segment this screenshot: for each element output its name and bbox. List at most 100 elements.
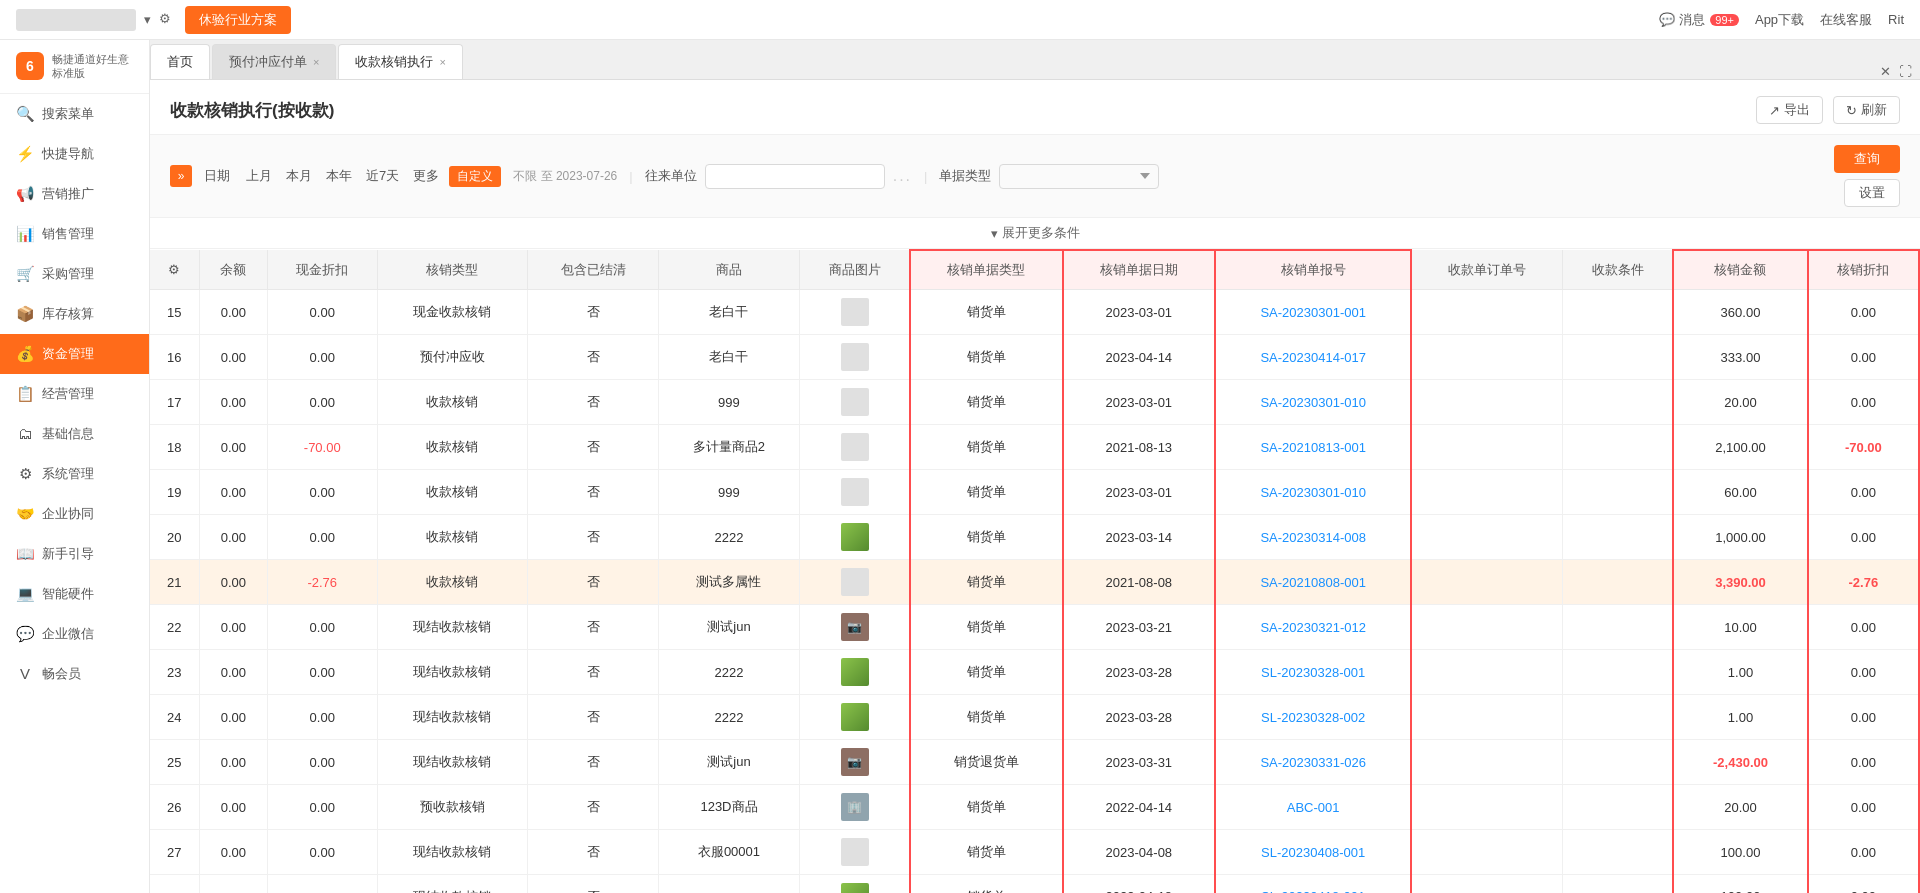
from-unit-group: 往来单位 ... — [645, 164, 912, 189]
expand-more-area: ▾ 展开更多条件 — [150, 218, 1920, 249]
doc-link[interactable]: ABC-001 — [1287, 800, 1340, 815]
doc-link[interactable]: SA-20230301-010 — [1260, 485, 1366, 500]
sidebar-item-销售管理[interactable]: 📊销售管理 — [0, 214, 149, 254]
cell-writeoff_doc_type: 销货单 — [910, 335, 1062, 380]
online-service[interactable]: 在线客服 — [1820, 11, 1872, 29]
cell-writeoff_doc_type: 销货单 — [910, 650, 1062, 695]
table-row: 250.000.00现结收款核销否测试jun📷销货退货单2023-03-31SA… — [150, 740, 1919, 785]
sidebar-label: 系统管理 — [42, 465, 94, 483]
from-unit-input[interactable] — [705, 164, 885, 189]
doc-link[interactable]: SL-20230408-001 — [1261, 845, 1365, 860]
cell-writeoff_doc_type: 销货单 — [910, 605, 1062, 650]
sidebar-item-畅会员[interactable]: V畅会员 — [0, 654, 149, 694]
cell-receipt_order_no — [1411, 515, 1563, 560]
sidebar-item-库存核算[interactable]: 📦库存核算 — [0, 294, 149, 334]
refresh-btn[interactable]: ↻ 刷新 — [1833, 96, 1900, 124]
tab-预付冲应付单[interactable]: 预付冲应付单 × — [212, 44, 336, 79]
doc-link[interactable]: SA-20210808-001 — [1260, 575, 1366, 590]
cell-writeoff_amount: 1,000.00 — [1673, 515, 1807, 560]
doc-link[interactable]: SL-20230328-002 — [1261, 710, 1365, 725]
cell-balance: 0.00 — [199, 515, 267, 560]
sidebar-logo: 6 畅捷通道好生意标准版 — [0, 40, 149, 94]
sidebar-item-智能硬件[interactable]: 💻智能硬件 — [0, 574, 149, 614]
cell-settings: 24 — [150, 695, 199, 740]
doc-type-label: 单据类型 — [939, 167, 991, 185]
sidebar-label: 智能硬件 — [42, 585, 94, 603]
cell-writeoff_discount: 0.00 — [1808, 785, 1919, 830]
cell-writeoff_doc_no: SA-20210813-001 — [1215, 425, 1411, 470]
doc-link[interactable]: SA-20230301-010 — [1260, 395, 1366, 410]
sidebar-item-新手引导[interactable]: 📖新手引导 — [0, 534, 149, 574]
doc-link[interactable]: SA-20230314-008 — [1260, 530, 1366, 545]
sidebar-icon: 📊 — [16, 225, 34, 243]
cell-writeoff_doc_date: 2023-04-14 — [1063, 335, 1215, 380]
sidebar-item-采购管理[interactable]: 🛒采购管理 — [0, 254, 149, 294]
doc-link[interactable]: SA-20230301-001 — [1260, 305, 1366, 320]
sidebar-icon: 💰 — [16, 345, 34, 363]
cell-cash_discount: 0.00 — [267, 785, 377, 830]
date-btn-this-month[interactable]: 本月 — [282, 165, 316, 187]
date-btn-this-year[interactable]: 本年 — [322, 165, 356, 187]
sidebar-item-企业微信[interactable]: 💬企业微信 — [0, 614, 149, 654]
doc-link[interactable]: SA-20230414-017 — [1260, 350, 1366, 365]
sidebar-icon: 📢 — [16, 185, 34, 203]
cell-balance: 0.00 — [199, 830, 267, 875]
sidebar-item-快捷导航[interactable]: ⚡快捷导航 — [0, 134, 149, 174]
tab-label: 预付冲应付单 — [229, 53, 307, 71]
logo-dropdown[interactable]: ▾ — [144, 12, 151, 27]
cell-cash_discount: 0.00 — [267, 650, 377, 695]
doc-link[interactable]: SA-20230331-026 — [1260, 755, 1366, 770]
cell-writeoff_doc_type: 销货单 — [910, 695, 1062, 740]
custom-date-btn[interactable]: 自定义 — [449, 166, 501, 187]
cell-write_off_type: 现结收款核销 — [377, 650, 528, 695]
tab-close-icon[interactable]: × — [439, 56, 445, 68]
expand-more-btn[interactable]: ▾ 展开更多条件 — [991, 224, 1080, 242]
cell-writeoff_doc_type: 销货单 — [910, 785, 1062, 830]
product-image — [841, 568, 869, 596]
cell-receipt_condition — [1563, 425, 1673, 470]
table-body: 150.000.00现金收款核销否老白干销货单2023-03-01SA-2023… — [150, 290, 1919, 894]
cell-writeoff_doc_no: SA-20230314-008 — [1215, 515, 1411, 560]
product-image: 📷 — [841, 613, 869, 641]
cell-writeoff_discount: 0.00 — [1808, 290, 1919, 335]
cell-product: 老白干 — [658, 335, 800, 380]
cell-writeoff_doc_no: SL-20230418-001 — [1215, 875, 1411, 894]
cell-cash_discount: -2.76 — [267, 560, 377, 605]
doc-link[interactable]: SA-20210813-001 — [1260, 440, 1366, 455]
search-btn[interactable]: 查询 — [1834, 145, 1900, 173]
settings-gear-icon[interactable]: ⚙ — [159, 11, 177, 29]
sidebar-item-基础信息[interactable]: 🗂基础信息 — [0, 414, 149, 454]
doc-link[interactable]: SA-20230321-012 — [1260, 620, 1366, 635]
sidebar-item-营销推广[interactable]: 📢营销推广 — [0, 174, 149, 214]
export-btn[interactable]: ↗ 导出 — [1756, 96, 1823, 124]
expand-window-icon[interactable]: ⛶ — [1899, 64, 1912, 79]
close-window-icon[interactable]: ✕ — [1880, 64, 1891, 79]
tab-close-icon[interactable]: × — [313, 56, 319, 68]
cell-include_settled: 否 — [528, 785, 658, 830]
sidebar-item-搜索菜单[interactable]: 🔍搜索菜单 — [0, 94, 149, 134]
doc-type-select[interactable] — [999, 164, 1159, 189]
sidebar-item-经营管理[interactable]: 📋经营管理 — [0, 374, 149, 414]
user-name[interactable]: Rit — [1888, 12, 1904, 27]
date-btn-7days[interactable]: 近7天 — [362, 165, 403, 187]
messages-area[interactable]: 💬 消息 99+ — [1659, 11, 1739, 29]
tab-首页[interactable]: 首页 — [150, 44, 210, 79]
cell-writeoff_doc_no: SL-20230328-002 — [1215, 695, 1411, 740]
setting-btn[interactable]: 设置 — [1844, 179, 1900, 207]
col-header-writeoff_doc_date: 核销单据日期 — [1063, 250, 1215, 290]
cell-receipt_condition — [1563, 335, 1673, 380]
date-btn-last-month[interactable]: 上月 — [242, 165, 276, 187]
sidebar-item-企业协同[interactable]: 🤝企业协同 — [0, 494, 149, 534]
app-download[interactable]: App下载 — [1755, 11, 1804, 29]
table-wrap: ⚙余额现金折扣核销类型包含已结清商品商品图片核销单据类型核销单据日期核销单报号收… — [150, 249, 1920, 893]
date-btn-more[interactable]: 更多 — [409, 165, 443, 187]
sidebar-item-系统管理[interactable]: ⚙系统管理 — [0, 454, 149, 494]
sidebar-item-资金管理[interactable]: 💰资金管理 — [0, 334, 149, 374]
doc-link[interactable]: SL-20230328-001 — [1261, 665, 1365, 680]
cell-writeoff_doc_date: 2021-08-08 — [1063, 560, 1215, 605]
doc-link[interactable]: SL-20230418-001 — [1261, 889, 1365, 893]
industry-btn[interactable]: 休验行业方案 — [185, 6, 291, 34]
tab-收款核销执行[interactable]: 收款核销执行× — [338, 44, 462, 79]
filter-expand-btn[interactable]: » — [170, 165, 192, 187]
cell-write_off_type: 现结收款核销 — [377, 830, 528, 875]
